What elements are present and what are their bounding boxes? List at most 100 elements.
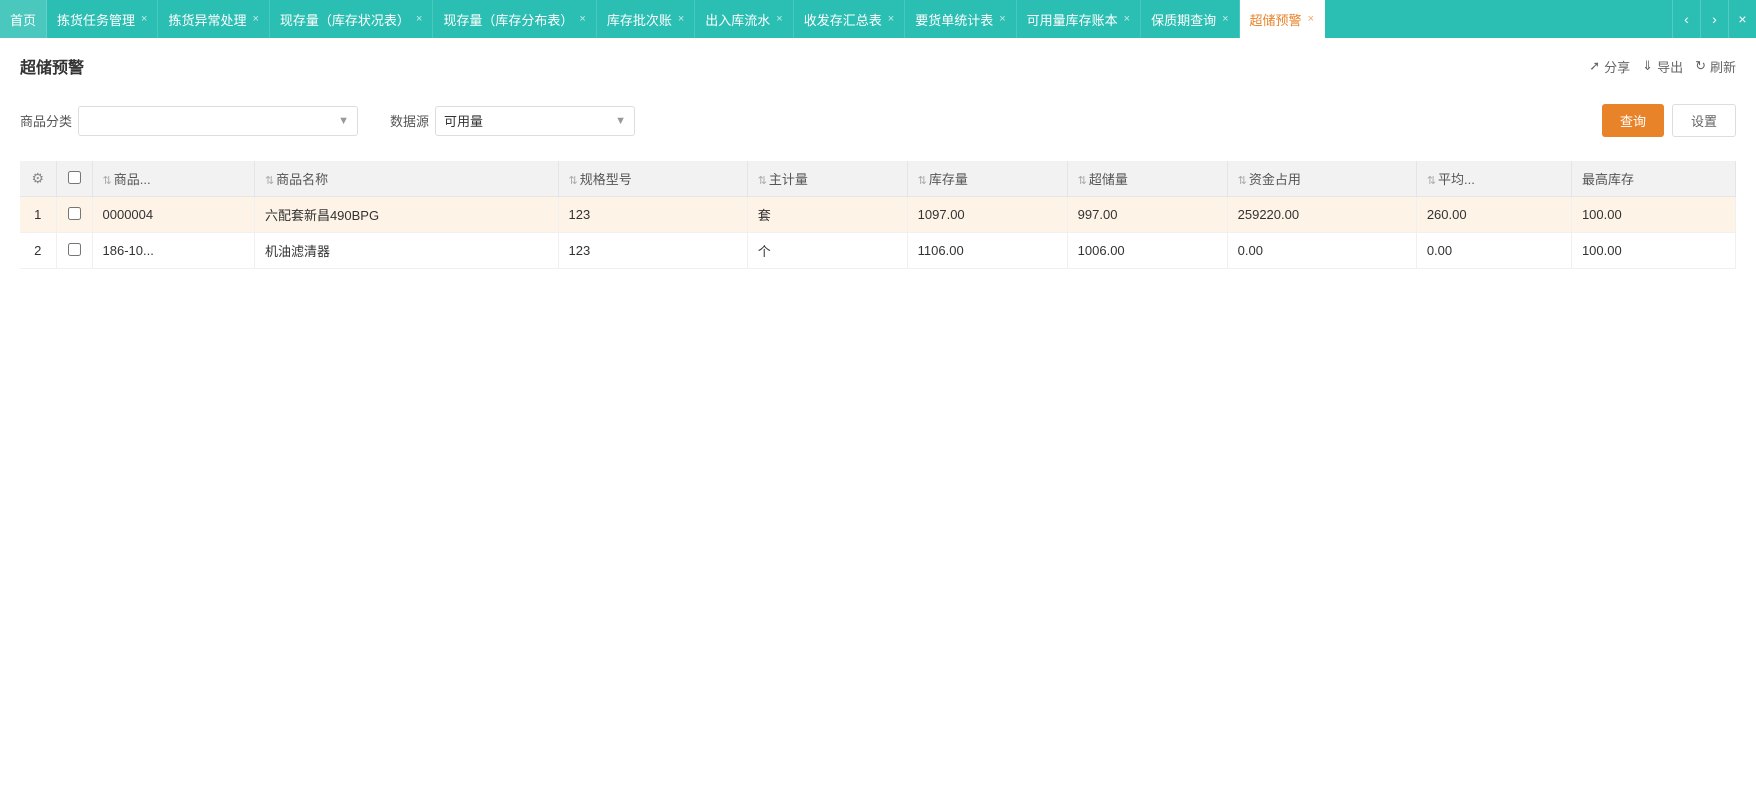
nav-item-label: 拣货异常处理 <box>168 10 246 29</box>
share-action[interactable]: ➚ 分享 <box>1589 57 1630 76</box>
refresh-action[interactable]: ↻ 刷新 <box>1695 57 1736 76</box>
page-title: 超储预警 <box>20 54 84 78</box>
close-icon[interactable]: × <box>776 13 782 25</box>
close-icon[interactable]: × <box>678 13 684 25</box>
row-index: 2 <box>20 233 56 269</box>
close-icon[interactable]: × <box>141 13 147 25</box>
sort-icon: ⇅ <box>569 175 578 187</box>
nav-item-order-stats[interactable]: 要货单统计表 × <box>905 0 1016 38</box>
export-icon: ⇓ <box>1642 58 1653 74</box>
page-actions: ➚ 分享 ⇓ 导出 ↻ 刷新 <box>1589 57 1736 76</box>
nav-item-task-mgmt[interactable]: 拣货任务管理 × <box>47 0 158 38</box>
nav-item-batch-account[interactable]: 库存批次账× <box>597 0 695 38</box>
col-spec-header[interactable]: ⇅规格型号 <box>558 161 747 197</box>
nav-item-label: 首页 <box>10 10 36 29</box>
nav-arrow-close[interactable]: × <box>1728 0 1756 38</box>
capital-cell: 259220.00 <box>1227 197 1416 233</box>
unit-cell: 个 <box>747 233 907 269</box>
query-button[interactable]: 查询 <box>1602 104 1664 137</box>
row-select-checkbox[interactable] <box>68 207 81 220</box>
row-select-checkbox[interactable] <box>68 243 81 256</box>
close-icon[interactable]: × <box>579 13 585 25</box>
export-action[interactable]: ⇓ 导出 <box>1642 57 1683 76</box>
col-unit-header[interactable]: ⇅主计量 <box>747 161 907 197</box>
nav-item-inventory-status[interactable]: 现存量（库存状况表）× <box>270 0 433 38</box>
page-content: 超储预警 ➚ 分享 ⇓ 导出 ↻ 刷新 商品分类 ▼ 数据源 <box>0 38 1756 800</box>
row-index: 1 <box>20 197 56 233</box>
category-select[interactable]: ▼ <box>78 106 358 136</box>
stock-cell: 1106.00 <box>907 233 1067 269</box>
category-label: 商品分类 <box>20 111 72 130</box>
nav-item-quality-check[interactable]: 保质期查询× <box>1141 0 1239 38</box>
table-header-row: ⚙ ⇅商品... ⇅商品名称 ⇅规格型号 ⇅主计量 ⇅库存量 <box>20 161 1736 197</box>
sort-icon: ⇅ <box>918 175 927 187</box>
col-overstock-header[interactable]: ⇅超储量 <box>1067 161 1227 197</box>
col-product-code-header[interactable]: ⇅商品... <box>92 161 254 197</box>
col-stock-header[interactable]: ⇅库存量 <box>907 161 1067 197</box>
nav-item-label: 现存量（库存分布表） <box>443 10 573 29</box>
overstock-cell: 1006.00 <box>1067 233 1227 269</box>
export-label: 导出 <box>1657 57 1683 76</box>
category-value <box>87 113 91 128</box>
max-stock-cell: 100.00 <box>1571 197 1735 233</box>
avg-cell: 0.00 <box>1416 233 1571 269</box>
nav-item-label: 拣货任务管理 <box>57 10 135 29</box>
col-avg-header[interactable]: ⇅平均... <box>1416 161 1571 197</box>
close-icon[interactable]: × <box>1222 13 1228 25</box>
product-code-cell: 186-10... <box>92 233 254 269</box>
nav-item-inventory-dist[interactable]: 现存量（库存分布表） × <box>433 0 596 38</box>
nav-arrow-right[interactable]: › <box>1700 0 1728 38</box>
spec-cell: 123 <box>558 197 747 233</box>
datasource-value: 可用量 <box>444 111 483 130</box>
close-icon[interactable]: × <box>999 13 1005 25</box>
refresh-icon: ↻ <box>1695 58 1706 74</box>
filter-buttons: 查询 设置 <box>1602 104 1736 137</box>
nav-item-label: 出入库流水 <box>705 10 770 29</box>
datasource-label: 数据源 <box>390 111 429 130</box>
table-row: 2186-10...机油滤清器123个1106.001006.000.000.0… <box>20 233 1736 269</box>
refresh-label: 刷新 <box>1710 57 1736 76</box>
close-icon[interactable]: × <box>416 13 422 25</box>
product-code-cell: 0000004 <box>92 197 254 233</box>
nav-item-label: 可用量库存账本 <box>1027 10 1118 29</box>
product-name-cell: 六配套新昌490BPG <box>254 197 558 233</box>
capital-cell: 0.00 <box>1227 233 1416 269</box>
sort-icon: ⇅ <box>1427 175 1436 187</box>
close-icon[interactable]: × <box>888 13 894 25</box>
sort-icon: ⇅ <box>265 175 274 187</box>
close-icon[interactable]: × <box>1308 13 1314 25</box>
nav-item-inout-flow[interactable]: 出入库流水 × <box>695 0 793 38</box>
data-table: ⚙ ⇅商品... ⇅商品名称 ⇅规格型号 ⇅主计量 ⇅库存量 <box>20 161 1736 269</box>
row-checkbox[interactable] <box>56 233 92 269</box>
nav-item-home[interactable]: 首页 <box>0 0 47 38</box>
sort-icon: ⇅ <box>1078 175 1087 187</box>
col-capital-header[interactable]: ⇅资金占用 <box>1227 161 1416 197</box>
nav-item-label: 收发存汇总表 <box>804 10 882 29</box>
close-icon[interactable]: × <box>252 13 258 25</box>
share-label: 分享 <box>1604 57 1630 76</box>
nav-item-label: 要货单统计表 <box>915 10 993 29</box>
page-header: 超储预警 ➚ 分享 ⇓ 导出 ↻ 刷新 <box>20 54 1736 78</box>
chevron-down-icon: ▼ <box>615 115 626 127</box>
nav-item-abnormal[interactable]: 拣货异常处理 × <box>158 0 269 38</box>
datasource-select[interactable]: 可用量 ▼ <box>435 106 635 136</box>
select-all-checkbox[interactable] <box>68 171 81 184</box>
avg-cell: 260.00 <box>1416 197 1571 233</box>
close-icon[interactable]: × <box>1124 13 1130 25</box>
nav-arrow-left[interactable]: ‹ <box>1672 0 1700 38</box>
nav-item-available-account[interactable]: 可用量库存账本 × <box>1017 0 1141 38</box>
row-checkbox[interactable] <box>56 197 92 233</box>
table-row: 10000004六配套新昌490BPG123套1097.00997.002592… <box>20 197 1736 233</box>
spec-cell: 123 <box>558 233 747 269</box>
nav-item-overstock-warning[interactable]: 超储预警× <box>1240 0 1325 38</box>
gear-icon[interactable]: ⚙ <box>31 170 44 186</box>
settings-button[interactable]: 设置 <box>1672 104 1736 137</box>
nav-item-collect-summary[interactable]: 收发存汇总表 × <box>794 0 905 38</box>
sort-icon: ⇅ <box>758 175 767 187</box>
category-filter: 商品分类 ▼ <box>20 106 358 136</box>
unit-cell: 套 <box>747 197 907 233</box>
overstock-cell: 997.00 <box>1067 197 1227 233</box>
top-navigation: 首页拣货任务管理×拣货异常处理×现存量（库存状况表）×现存量（库存分布表）×库存… <box>0 0 1756 38</box>
chevron-down-icon: ▼ <box>338 115 349 127</box>
col-product-name-header[interactable]: ⇅商品名称 <box>254 161 558 197</box>
